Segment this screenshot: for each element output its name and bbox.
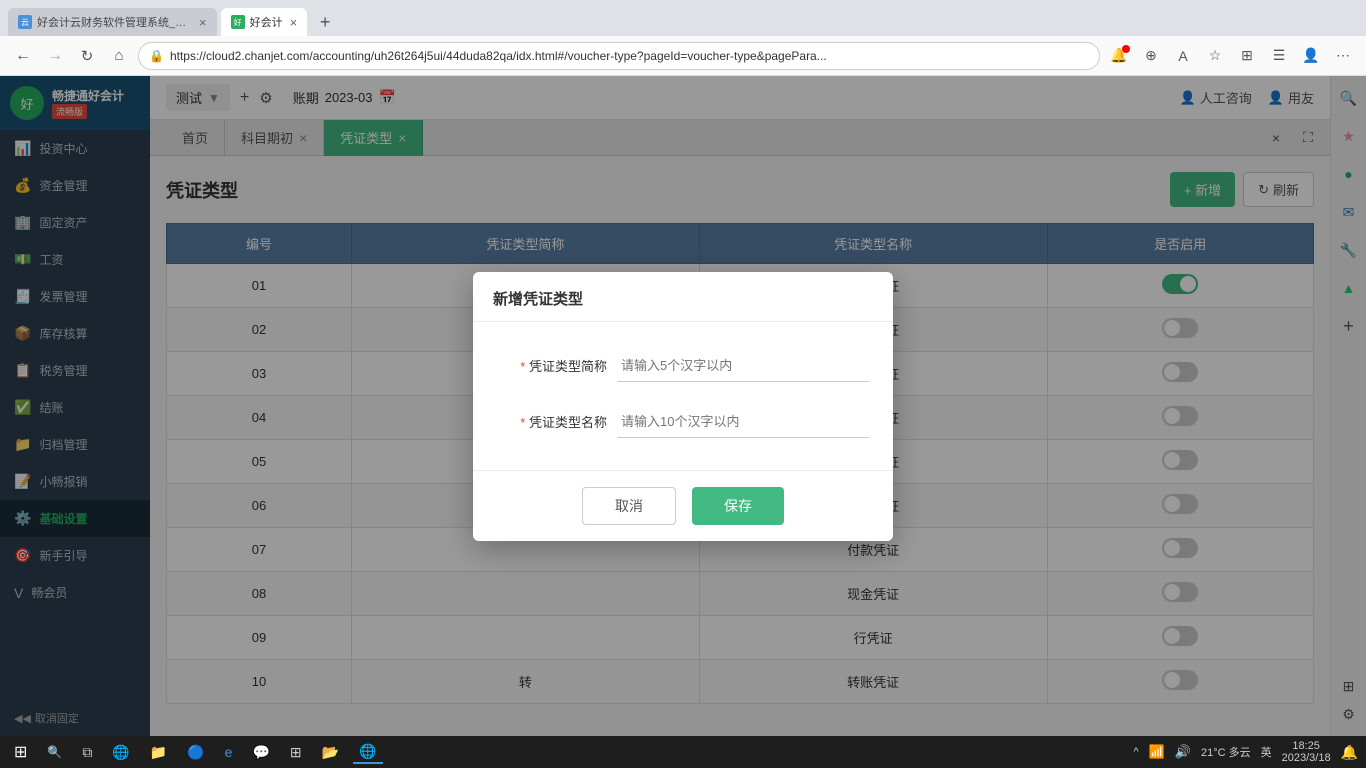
- taskbar-notifications[interactable]: 🔔: [1341, 744, 1358, 761]
- taskbar-edge[interactable]: e: [219, 742, 239, 762]
- browser-tab-2[interactable]: 好 好会计 ×: [221, 8, 308, 36]
- abbr-label: * 凭证类型简称: [497, 356, 617, 375]
- tab1-close[interactable]: ×: [199, 15, 207, 30]
- taskbar-date: 2023/3/18: [1282, 752, 1331, 764]
- tab2-title: 好会计: [250, 14, 283, 30]
- tab2-close[interactable]: ×: [290, 15, 298, 30]
- cancel-button[interactable]: 取消: [582, 487, 676, 525]
- nav-forward[interactable]: →: [42, 43, 68, 69]
- new-tab-button[interactable]: +: [311, 8, 339, 36]
- browser-action-btn-4[interactable]: ☆: [1202, 43, 1228, 69]
- tab-bar: 云 好会计云财务软件管理系统_会计 × 好 好会计 × +: [0, 0, 1366, 36]
- dialog: 新增凭证类型 * 凭证类型简称 * 凭证类型名称 取消 保存: [473, 272, 893, 541]
- tab1-favicon: 云: [18, 15, 32, 29]
- search-taskbar[interactable]: 🔍: [41, 743, 68, 761]
- form-row-name: * 凭证类型名称: [497, 406, 869, 438]
- nav-reload[interactable]: ↻: [74, 43, 100, 69]
- taskbar-sound: 🔊: [1175, 744, 1191, 760]
- abbr-input[interactable]: [617, 350, 869, 382]
- taskbar-lang: 英: [1261, 744, 1272, 760]
- required-mark-2: *: [520, 415, 525, 430]
- browser-action-btn-2[interactable]: ⊕: [1138, 43, 1164, 69]
- browser-menu-btn[interactable]: ⋯: [1330, 43, 1356, 69]
- browser-controls: ← → ↻ ⌂ 🔒 https://cloud2.chanjet.com/acc…: [0, 36, 1366, 76]
- taskbar-explorer[interactable]: 📁: [144, 742, 173, 763]
- dialog-title: 新增凭证类型: [493, 291, 583, 308]
- lock-icon: 🔒: [149, 49, 164, 63]
- browser-action-btn-6[interactable]: ☰: [1266, 43, 1292, 69]
- taskbar: ⊞ 🔍 ⧉ 🌐 📁 🔵 e 💬 ⊞ 📂 🌐 ^ 📶 🔊 21°C 多云 英 18…: [0, 736, 1366, 768]
- taskbar-network: 📶: [1149, 744, 1165, 760]
- taskbar-chrome[interactable]: 🔵: [181, 742, 210, 763]
- required-mark-1: *: [520, 359, 525, 374]
- taskbar-folder[interactable]: 📂: [316, 742, 345, 763]
- extension-icon-1[interactable]: 🔔: [1106, 43, 1132, 69]
- taskbar-up-icon[interactable]: ^: [1133, 746, 1138, 758]
- browser-tab-1[interactable]: 云 好会计云财务软件管理系统_会计 ×: [8, 8, 217, 36]
- taskbar-ie[interactable]: 🌐: [106, 742, 135, 763]
- save-button[interactable]: 保存: [692, 487, 784, 525]
- taskbar-clock: 18:25 2023/3/18: [1282, 740, 1331, 764]
- name-input[interactable]: [617, 406, 869, 438]
- nav-back[interactable]: ←: [10, 43, 36, 69]
- form-row-abbr: * 凭证类型简称: [497, 350, 869, 382]
- dialog-header: 新增凭证类型: [473, 272, 893, 322]
- taskbar-browser[interactable]: 🌐: [353, 741, 382, 764]
- browser-action-btn-7[interactable]: 👤: [1298, 43, 1324, 69]
- taskbar-app1[interactable]: ⊞: [284, 742, 308, 763]
- dialog-overlay: 新增凭证类型 * 凭证类型简称 * 凭证类型名称 取消 保存: [0, 76, 1366, 736]
- tab2-favicon: 好: [231, 15, 245, 29]
- taskbar-wechat[interactable]: 💬: [246, 742, 275, 763]
- nav-home[interactable]: ⌂: [106, 43, 132, 69]
- url-text: https://cloud2.chanjet.com/accounting/uh…: [170, 49, 827, 63]
- address-bar[interactable]: 🔒 https://cloud2.chanjet.com/accounting/…: [138, 42, 1100, 70]
- browser-action-btn-5[interactable]: ⊞: [1234, 43, 1260, 69]
- taskview-btn[interactable]: ⧉: [76, 742, 98, 763]
- name-label: * 凭证类型名称: [497, 412, 617, 431]
- dialog-footer: 取消 保存: [473, 470, 893, 541]
- start-button[interactable]: ⊞: [8, 740, 33, 764]
- taskbar-weather: 21°C 多云: [1201, 744, 1251, 760]
- dialog-body: * 凭证类型简称 * 凭证类型名称: [473, 322, 893, 470]
- taskbar-time: 18:25: [1282, 740, 1331, 752]
- browser-action-btn-3[interactable]: A: [1170, 43, 1196, 69]
- tab1-title: 好会计云财务软件管理系统_会计: [37, 14, 192, 30]
